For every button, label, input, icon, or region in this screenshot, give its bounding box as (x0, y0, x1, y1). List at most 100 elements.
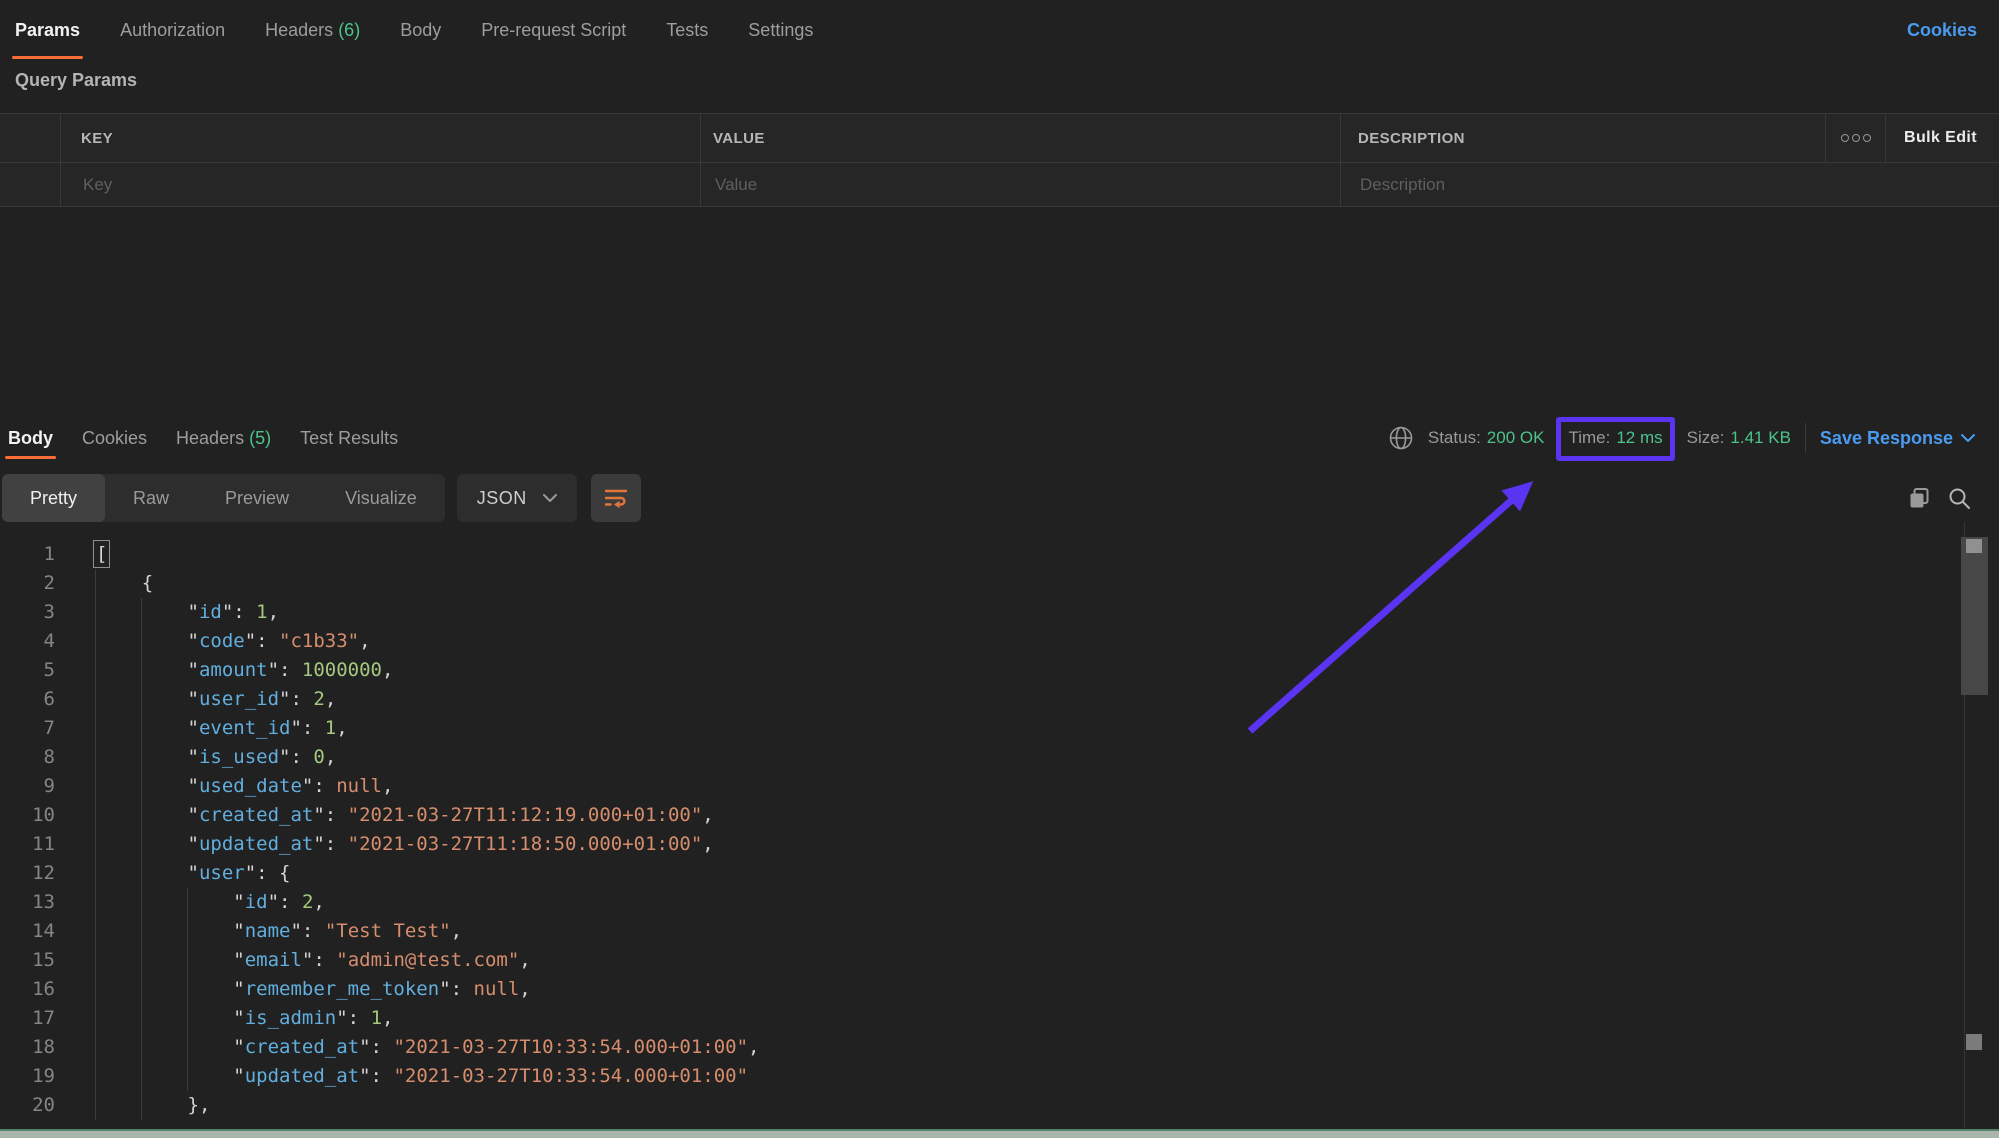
response-tab-body-label: Body (8, 428, 53, 449)
line-number: 16 (0, 975, 55, 1004)
tab-headers[interactable]: Headers (6) (265, 0, 360, 60)
view-mode-preview[interactable]: Preview (197, 474, 317, 522)
format-selector-dropdown[interactable]: JSON (457, 474, 577, 522)
tab-headers-label: Headers (265, 20, 333, 41)
code-line: 15 "email": "admin@test.com", (0, 946, 1969, 975)
line-number: 9 (0, 772, 55, 801)
line-number: 11 (0, 830, 55, 859)
response-tab-headers-label: Headers (176, 428, 244, 449)
bulk-edit-button[interactable]: Bulk Edit (1885, 114, 1999, 163)
code-line-content: "email": "admin@test.com", (96, 946, 531, 975)
response-body-code[interactable]: 1[2 {3 "id": 1,4 "code": "c1b33",5 "amou… (0, 540, 1969, 1120)
tab-pre-request-script[interactable]: Pre-request Script (481, 0, 626, 60)
tab-pre-request-script-label: Pre-request Script (481, 20, 626, 41)
code-line-content: "user_id": 2, (96, 685, 336, 714)
code-line-content: "code": "c1b33", (96, 627, 371, 656)
status-value: 200 OK (1487, 428, 1545, 448)
code-line: 14 "name": "Test Test", (0, 917, 1969, 946)
code-line-content: "user": { (96, 859, 290, 888)
tab-params[interactable]: Params (15, 0, 80, 60)
line-number: 12 (0, 859, 55, 888)
status-divider (1805, 423, 1806, 453)
code-line-content: "event_id": 1, (96, 714, 348, 743)
response-status-bar: Status: 200 OK Time: 12 ms Size: 1.41 KB… (1388, 415, 1975, 461)
save-response-button[interactable]: Save Response (1820, 428, 1975, 449)
tab-authorization-label: Authorization (120, 20, 225, 41)
size-value: 1.41 KB (1730, 428, 1791, 448)
line-number: 17 (0, 1004, 55, 1033)
search-icon[interactable] (1948, 487, 1971, 510)
scrollbar-cap (1966, 539, 1982, 553)
size-label: Size: (1687, 428, 1725, 448)
response-tab-headers[interactable]: Headers (5) (176, 415, 271, 461)
code-line-content: { (96, 569, 153, 598)
chevron-down-icon (1961, 434, 1975, 443)
line-number: 14 (0, 917, 55, 946)
line-number: 1 (0, 540, 55, 569)
size-badge: Size: 1.41 KB (1687, 428, 1791, 448)
scrollbar-marker (1966, 1034, 1982, 1050)
indent-guide (187, 888, 188, 1091)
code-line: 2 { (0, 569, 1969, 598)
params-more-options-button[interactable] (1825, 114, 1885, 163)
time-badge: Time: 12 ms (1558, 421, 1672, 455)
code-line: 6 "user_id": 2, (0, 685, 1969, 714)
code-line: 20 }, (0, 1091, 1969, 1120)
line-number: 18 (0, 1033, 55, 1062)
tab-body[interactable]: Body (400, 0, 441, 60)
code-line: 7 "event_id": 1, (0, 714, 1969, 743)
code-line-content: "updated_at": "2021-03-27T10:33:54.000+0… (96, 1062, 748, 1091)
line-number: 10 (0, 801, 55, 830)
tab-settings[interactable]: Settings (748, 0, 813, 60)
tab-tests[interactable]: Tests (666, 0, 708, 60)
line-number: 13 (0, 888, 55, 917)
response-tab-headers-count: (5) (249, 428, 271, 449)
code-line-content: "id": 2, (96, 888, 325, 917)
params-description-column-header: DESCRIPTION (1340, 114, 1825, 163)
response-tab-cookies[interactable]: Cookies (82, 415, 147, 461)
response-tab-cookies-label: Cookies (82, 428, 147, 449)
code-line-content: }, (96, 1091, 210, 1120)
response-tab-body[interactable]: Body (8, 415, 53, 461)
indent-guide (141, 598, 142, 1120)
code-line: 17 "is_admin": 1, (0, 1004, 1969, 1033)
view-mode-pretty[interactable]: Pretty (2, 474, 105, 522)
view-mode-raw[interactable]: Raw (105, 474, 197, 522)
status-label: Status: (1428, 428, 1481, 448)
tab-tests-label: Tests (666, 20, 708, 41)
param-value-cell (700, 163, 1340, 207)
tab-headers-count: (6) (338, 20, 360, 41)
cookies-link[interactable]: Cookies (1907, 0, 1977, 60)
code-line-content: "updated_at": "2021-03-27T11:18:50.000+0… (96, 830, 714, 859)
tab-settings-label: Settings (748, 20, 813, 41)
code-line: 13 "id": 2, (0, 888, 1969, 917)
param-value-input[interactable] (713, 174, 1340, 196)
scrollbar-thumb[interactable] (1961, 537, 1988, 695)
line-wrap-button[interactable] (591, 474, 641, 522)
code-line: 8 "is_used": 0, (0, 743, 1969, 772)
line-number: 5 (0, 656, 55, 685)
code-line: 18 "created_at": "2021-03-27T10:33:54.00… (0, 1033, 1969, 1062)
code-line-content: "is_used": 0, (96, 743, 336, 772)
code-line: 4 "code": "c1b33", (0, 627, 1969, 656)
response-tab-test-results[interactable]: Test Results (300, 415, 398, 461)
code-line: 11 "updated_at": "2021-03-27T11:18:50.00… (0, 830, 1969, 859)
param-description-input[interactable] (1358, 174, 1999, 196)
param-row-select-cell (0, 163, 60, 207)
copy-response-icon[interactable] (1908, 487, 1931, 510)
param-key-input[interactable] (81, 174, 700, 196)
bottom-panel-edge (0, 1129, 1999, 1138)
indent-guide (95, 569, 96, 1120)
code-line: 12 "user": { (0, 859, 1969, 888)
code-line-content: "id": 1, (96, 598, 279, 627)
view-mode-visualize[interactable]: Visualize (317, 474, 445, 522)
line-wrap-icon (603, 487, 629, 509)
network-globe-icon[interactable] (1388, 425, 1414, 451)
code-line: 1[ (0, 540, 1969, 569)
param-key-cell (60, 163, 700, 207)
more-options-icon (1841, 134, 1871, 142)
line-number: 20 (0, 1091, 55, 1120)
code-line: 10 "created_at": "2021-03-27T11:12:19.00… (0, 801, 1969, 830)
code-line: 19 "updated_at": "2021-03-27T10:33:54.00… (0, 1062, 1969, 1091)
tab-authorization[interactable]: Authorization (120, 0, 225, 60)
